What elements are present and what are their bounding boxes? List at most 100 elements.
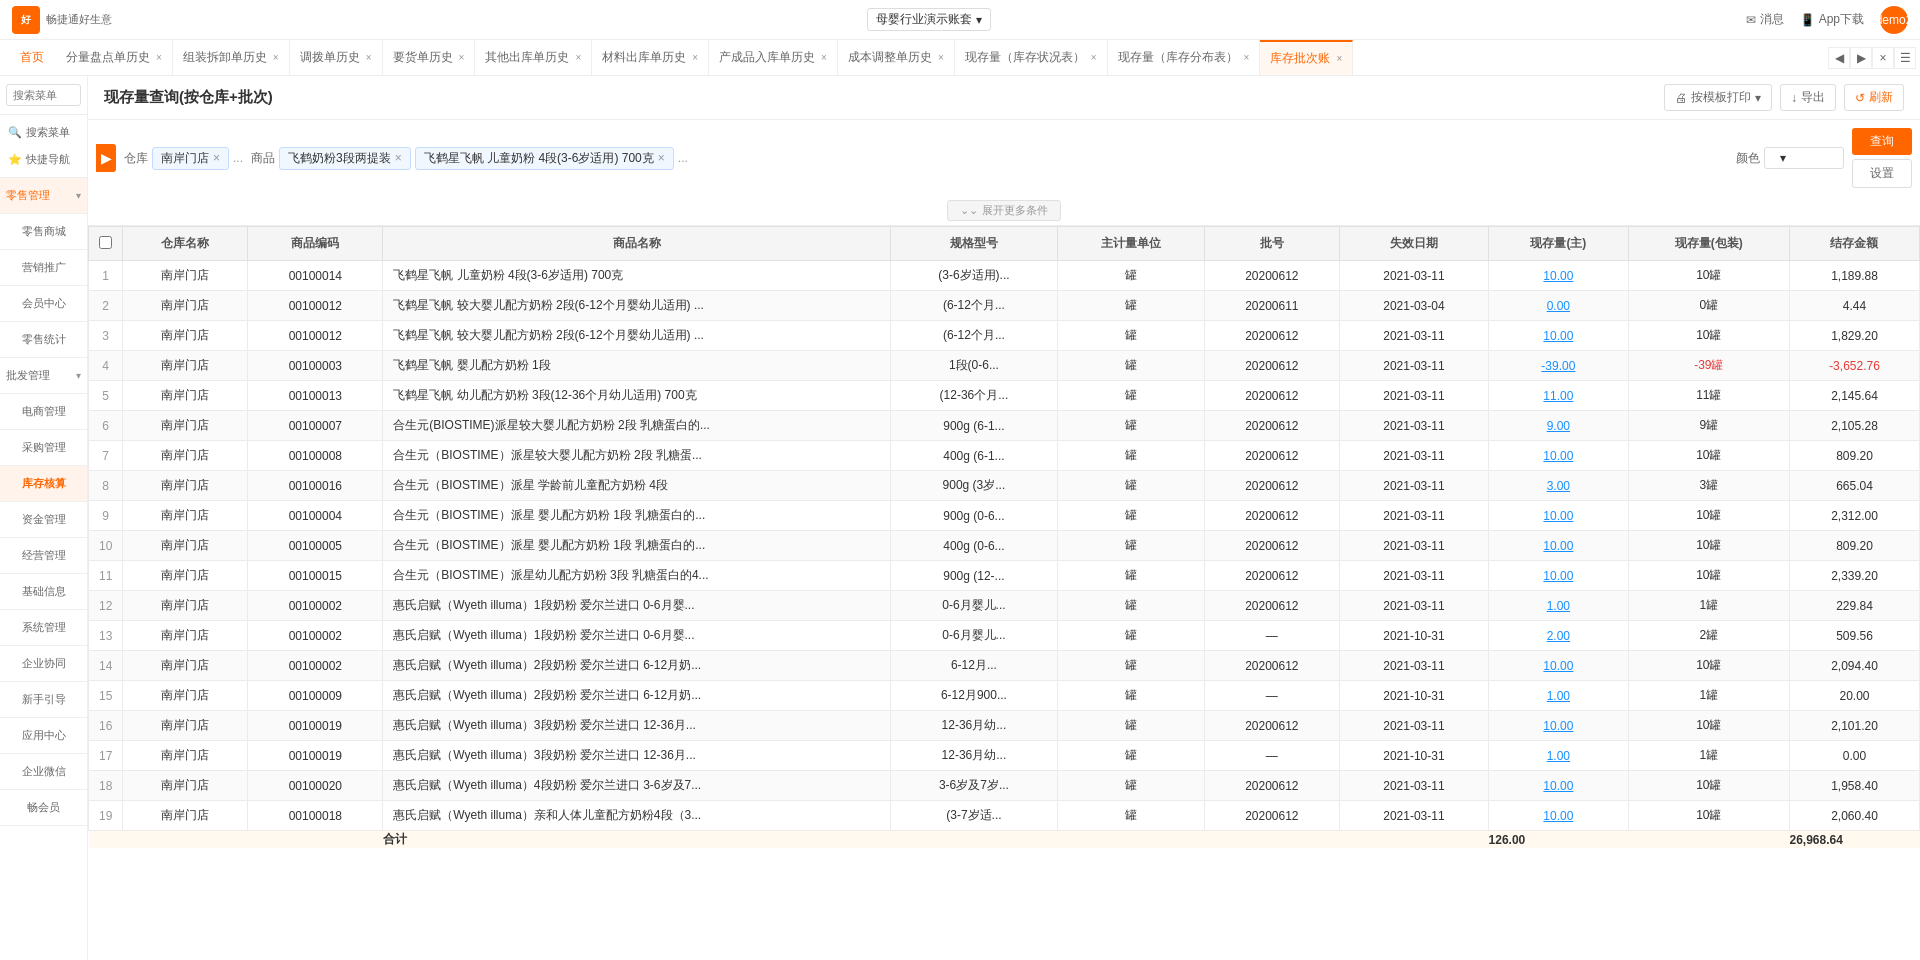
setting-button[interactable]: 设置	[1852, 159, 1912, 188]
product-dots[interactable]: ...	[678, 151, 688, 165]
sidebar-item-collab[interactable]: 企业协同	[0, 646, 87, 682]
cell-stock-main[interactable]: 10.00	[1489, 771, 1629, 801]
industry-select[interactable]: 母婴行业演示账套 ▾	[867, 8, 991, 31]
message-btn[interactable]: ✉ 消息	[1746, 11, 1784, 28]
sidebar-item-basic-info[interactable]: 基础信息	[0, 574, 87, 610]
sidebar-item-ecommerce[interactable]: 电商管理	[0, 394, 87, 430]
cell-stock-main[interactable]: 9.00	[1489, 411, 1629, 441]
search-input[interactable]	[6, 84, 81, 106]
tab-close-btn[interactable]: ×	[1872, 47, 1894, 69]
tab-cost-adj[interactable]: 成本调整单历史 ×	[838, 40, 955, 76]
sidebar-item-app-center[interactable]: 应用中心	[0, 718, 87, 754]
tab-close-stock-status[interactable]: ×	[1091, 52, 1097, 63]
cell-stock-main[interactable]: -39.00	[1489, 351, 1629, 381]
cell-stock-pack: 10罐	[1628, 561, 1789, 591]
remove-product2-icon[interactable]: ×	[658, 151, 665, 165]
tab-close-request[interactable]: ×	[459, 52, 465, 63]
cell-no: 17	[89, 741, 123, 771]
query-btns: 查询 设置	[1852, 128, 1912, 188]
cell-stock-main[interactable]: 11.00	[1489, 381, 1629, 411]
sidebar-item-inventory[interactable]: 库存核算	[0, 466, 87, 502]
tab-stock-status[interactable]: 现存量（库存状况表） ×	[955, 40, 1108, 76]
cell-stock-main[interactable]: 10.00	[1489, 651, 1629, 681]
product-tag2[interactable]: 飞鹤星飞帆 儿童奶粉 4段(3-6岁适用) 700克 ×	[415, 147, 674, 170]
tab-close-product-in[interactable]: ×	[821, 52, 827, 63]
select-all-checkbox[interactable]	[99, 236, 112, 249]
tab-close-batch[interactable]: ×	[1336, 53, 1342, 64]
export-button[interactable]: ↓ 导出	[1780, 84, 1836, 111]
tab-close-dismantle[interactable]: ×	[273, 52, 279, 63]
tab-product-in[interactable]: 产成品入库单历史 ×	[709, 40, 838, 76]
refresh-button[interactable]: ↺ 刷新	[1844, 84, 1904, 111]
cell-stock-main[interactable]: 1.00	[1489, 741, 1629, 771]
tab-prev-btn[interactable]: ◀	[1828, 47, 1850, 69]
product-tag1[interactable]: 飞鹤奶粉3段两提装 ×	[279, 147, 411, 170]
sidebar-item-purchase[interactable]: 采购管理	[0, 430, 87, 466]
sidebar-item-system[interactable]: 系统管理	[0, 610, 87, 646]
tab-split[interactable]: 分量盘点单历史 ×	[56, 40, 173, 76]
cell-name: 合生元（BIOSTIME）派星 婴儿配方奶粉 1段 乳糖蛋白的...	[383, 531, 891, 561]
query-button[interactable]: 查询	[1852, 128, 1912, 155]
tab-stock-dist[interactable]: 现存量（库存分布表） ×	[1108, 40, 1261, 76]
sidebar-item-retail-mall[interactable]: 零售商城	[0, 214, 87, 250]
sidebar-item-member2[interactable]: 畅会员	[0, 790, 87, 826]
sidebar-item-enterprise-wechat[interactable]: 企业微信	[0, 754, 87, 790]
sidebar-nav-search[interactable]: 🔍 搜索菜单	[0, 119, 87, 146]
cell-stock-main[interactable]: 1.00	[1489, 681, 1629, 711]
tab-next-btn[interactable]: ▶	[1850, 47, 1872, 69]
sidebar-item-operations[interactable]: 经营管理	[0, 538, 87, 574]
tab-close-stock-dist[interactable]: ×	[1244, 52, 1250, 63]
avatar[interactable]: demo2	[1880, 6, 1908, 34]
sidebar-item-wholesale[interactable]: 批发管理 ▾	[0, 358, 87, 394]
tab-menu-btn[interactable]: ☰	[1894, 47, 1916, 69]
cell-stock-main[interactable]: 10.00	[1489, 321, 1629, 351]
cell-stock-main[interactable]: 10.00	[1489, 711, 1629, 741]
cell-stock-main[interactable]: 10.00	[1489, 261, 1629, 291]
app-download-btn[interactable]: 📱 App下载	[1800, 11, 1864, 28]
tab-pick[interactable]: 调拨单历史 ×	[290, 40, 383, 76]
cell-spec: 900g (12-...	[890, 561, 1057, 591]
sidebar-item-retail-stats[interactable]: 零售统计	[0, 322, 87, 358]
tab-request[interactable]: 要货单历史 ×	[383, 40, 476, 76]
remove-warehouse-icon[interactable]: ×	[213, 151, 220, 165]
sidebar-item-marketing[interactable]: 营销推广	[0, 250, 87, 286]
cell-stock-main[interactable]: 10.00	[1489, 531, 1629, 561]
color-select[interactable]: ▾	[1764, 147, 1844, 169]
warehouse-dots[interactable]: ...	[233, 151, 243, 165]
cell-unit: 罐	[1058, 711, 1205, 741]
cell-stock-main[interactable]: 10.00	[1489, 441, 1629, 471]
tab-dismantle[interactable]: 组装拆卸单历史 ×	[173, 40, 290, 76]
warehouse-tag[interactable]: 南岸门店 ×	[152, 147, 229, 170]
tab-home[interactable]: 首页	[8, 49, 56, 66]
cell-unit: 罐	[1058, 381, 1205, 411]
cell-stock-main[interactable]: 10.00	[1489, 501, 1629, 531]
cell-stock-main[interactable]: 10.00	[1489, 801, 1629, 831]
sidebar-item-member[interactable]: 会员中心	[0, 286, 87, 322]
expand-more-btn[interactable]: ⌄⌄ 展开更多条件	[947, 200, 1061, 221]
cell-warehouse: 南岸门店	[123, 531, 248, 561]
tab-close-material-out[interactable]: ×	[692, 52, 698, 63]
cell-stock-main[interactable]: 0.00	[1489, 291, 1629, 321]
cell-stock-main[interactable]: 2.00	[1489, 621, 1629, 651]
tab-close-pick[interactable]: ×	[366, 52, 372, 63]
cell-stock-main[interactable]: 1.00	[1489, 591, 1629, 621]
filter-toggle-btn[interactable]: ▶	[96, 144, 116, 172]
print-icon: 🖨	[1675, 91, 1687, 105]
tab-other-out[interactable]: 其他出库单历史 ×	[475, 40, 592, 76]
sidebar-item-finance[interactable]: 资金管理	[0, 502, 87, 538]
warehouse-label: 仓库	[124, 150, 148, 167]
col-checkbox[interactable]	[89, 227, 123, 261]
tab-close-cost-adj[interactable]: ×	[938, 52, 944, 63]
print-button[interactable]: 🖨 按模板打印 ▾	[1664, 84, 1772, 111]
cell-warehouse: 南岸门店	[123, 501, 248, 531]
tab-material-out[interactable]: 材料出库单历史 ×	[592, 40, 709, 76]
tab-close-other-out[interactable]: ×	[575, 52, 581, 63]
tab-batch[interactable]: 库存批次账 ×	[1260, 40, 1353, 76]
remove-product1-icon[interactable]: ×	[395, 151, 402, 165]
tab-close-split[interactable]: ×	[156, 52, 162, 63]
sidebar-item-retail-mgmt[interactable]: 零售管理 ▾	[0, 178, 87, 214]
cell-stock-main[interactable]: 3.00	[1489, 471, 1629, 501]
sidebar-item-guide[interactable]: 新手引导	[0, 682, 87, 718]
cell-stock-main[interactable]: 10.00	[1489, 561, 1629, 591]
sidebar-nav-shortcut[interactable]: ⭐ 快捷导航	[0, 146, 87, 173]
